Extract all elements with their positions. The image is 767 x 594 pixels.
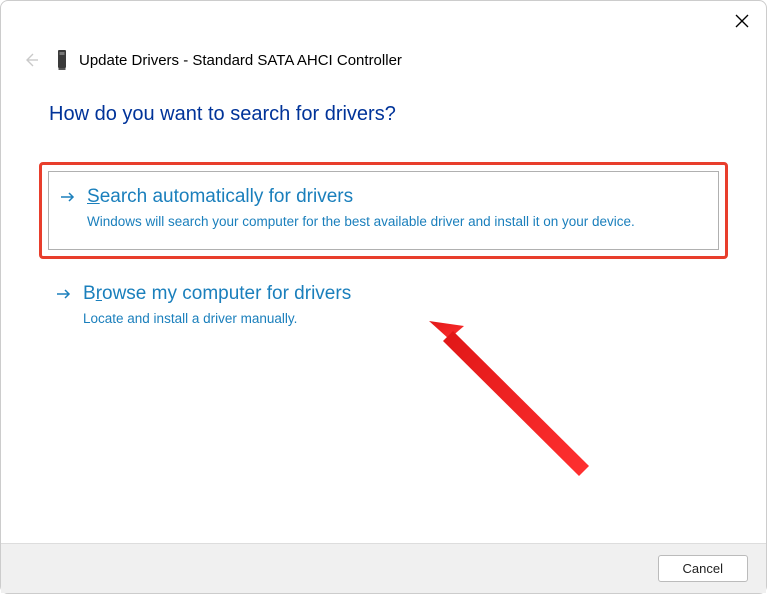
arrow-right-icon xyxy=(61,190,75,204)
dialog-footer: Cancel xyxy=(1,543,766,593)
window-title: Update Drivers - Standard SATA AHCI Cont… xyxy=(79,52,402,69)
prompt-heading: How do you want to search for drivers? xyxy=(49,103,718,126)
back-button[interactable] xyxy=(23,52,39,68)
device-icon xyxy=(55,49,69,71)
option-auto-title: Search automatically for drivers xyxy=(87,186,698,209)
option-body: Search automatically for drivers Windows… xyxy=(87,186,698,231)
update-drivers-dialog: Update Drivers - Standard SATA AHCI Cont… xyxy=(0,0,767,594)
browse-option[interactable]: Browse my computer for drivers Locate an… xyxy=(49,283,718,346)
close-icon xyxy=(735,14,749,28)
annotation-highlight: Search automatically for drivers Windows… xyxy=(39,162,728,259)
search-auto-option[interactable]: Search automatically for drivers Windows… xyxy=(48,171,719,250)
close-button[interactable] xyxy=(732,11,752,31)
cancel-button[interactable]: Cancel xyxy=(658,555,748,582)
option-auto-description: Windows will search your computer for th… xyxy=(87,213,698,231)
content-area: How do you want to search for drivers? S… xyxy=(1,71,766,346)
arrow-right-icon xyxy=(57,287,71,301)
dialog-header: Update Drivers - Standard SATA AHCI Cont… xyxy=(1,29,766,71)
option-browse-title: Browse my computer for drivers xyxy=(83,283,698,306)
option-body: Browse my computer for drivers Locate an… xyxy=(83,283,698,328)
arrow-left-icon xyxy=(23,52,39,68)
option-browse-description: Locate and install a driver manually. xyxy=(83,310,698,328)
